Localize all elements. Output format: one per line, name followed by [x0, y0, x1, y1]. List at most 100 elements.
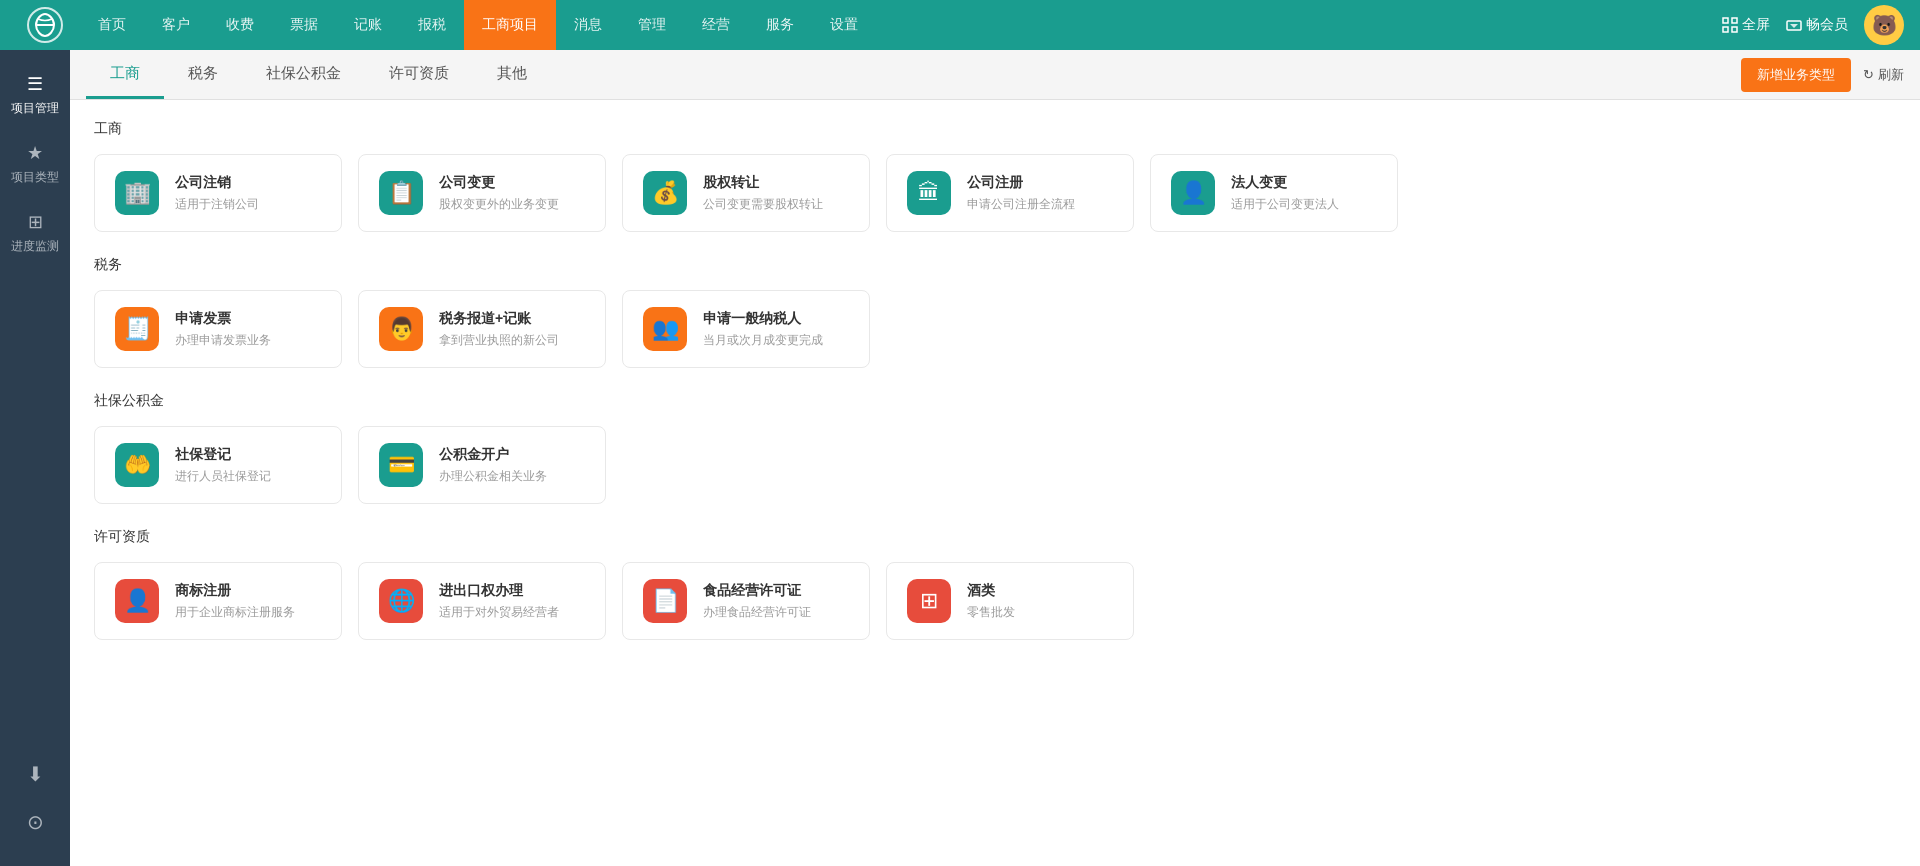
svg-marker-6	[1790, 24, 1798, 28]
card-text: 社保登记进行人员社保登记	[175, 446, 321, 485]
nav-item-服务[interactable]: 服务	[748, 0, 812, 50]
sidebar: ☰项目管理★项目类型⊞进度监测 ⬇⊙	[0, 50, 70, 866]
sidebar-label: 进度监测	[11, 238, 59, 255]
sidebar-bottom-icon[interactable]: ⊙	[0, 798, 70, 846]
service-card[interactable]: 💰 股权转让公司变更需要股权转让	[622, 154, 870, 232]
sidebar-bottom-icon[interactable]: ⬇	[0, 750, 70, 798]
card-title: 社保登记	[175, 446, 321, 464]
refresh-button[interactable]: ↻ 刷新	[1863, 66, 1904, 84]
refresh-icon: ↻	[1863, 67, 1874, 82]
card-title: 股权转让	[703, 174, 849, 192]
service-card[interactable]: 📋公司变更股权变更外的业务变更	[358, 154, 606, 232]
section-税务: 税务 🧾申请发票办理申请发票业务 👨 税务报道+记账拿到营业执照的新公司 👥申请一般纳税…	[94, 256, 1896, 368]
nav-item-记账[interactable]: 记账	[336, 0, 400, 50]
sidebar-icon: ★	[23, 141, 47, 165]
nav-right: 全屏 畅会员 🐻	[1722, 5, 1920, 45]
card-icon: 🌐	[379, 579, 423, 623]
card-title: 商标注册	[175, 582, 321, 600]
add-business-type-button[interactable]: 新增业务类型	[1741, 58, 1851, 92]
card-title: 法人变更	[1231, 174, 1377, 192]
card-title: 税务报道+记账	[439, 310, 585, 328]
card-text: 税务报道+记账拿到营业执照的新公司	[439, 310, 585, 349]
nav-item-收费[interactable]: 收费	[208, 0, 272, 50]
section-title: 工商	[94, 120, 1896, 138]
card-icon: 🤲	[115, 443, 159, 487]
card-desc: 适用于注销公司	[175, 196, 321, 213]
card-title: 酒类	[967, 582, 1113, 600]
nav-item-客户[interactable]: 客户	[144, 0, 208, 50]
content-area: 工商税务社保公积金许可资质其他 新增业务类型 ↻ 刷新 工商🏢公司注销适用于注销…	[70, 50, 1920, 866]
sidebar-item-项目类型[interactable]: ★项目类型	[0, 129, 70, 198]
card-desc: 零售批发	[967, 604, 1113, 621]
nav-items: 首页客户收费票据记账报税工商项目消息管理经营服务设置	[80, 0, 1722, 50]
card-text: 公司注销适用于注销公司	[175, 174, 321, 213]
tab-其他[interactable]: 其他	[473, 50, 551, 99]
card-desc: 适用于对外贸易经营者	[439, 604, 585, 621]
tab-许可资质[interactable]: 许可资质	[365, 50, 473, 99]
card-desc: 办理食品经营许可证	[703, 604, 849, 621]
card-desc: 适用于公司变更法人	[1231, 196, 1377, 213]
main-content: 工商🏢公司注销适用于注销公司📋公司变更股权变更外的业务变更💰股权转让公司变更需要…	[70, 100, 1920, 866]
card-text: 股权转让公司变更需要股权转让	[703, 174, 849, 213]
card-icon: 👨	[379, 307, 423, 351]
nav-item-首页[interactable]: 首页	[80, 0, 144, 50]
cards-grid: 🏢公司注销适用于注销公司📋公司变更股权变更外的业务变更💰股权转让公司变更需要股权…	[94, 154, 1896, 232]
fullscreen-button[interactable]: 全屏	[1722, 16, 1770, 34]
sidebar-icon: ☰	[23, 72, 47, 96]
card-title: 申请一般纳税人	[703, 310, 849, 328]
top-navigation: 首页客户收费票据记账报税工商项目消息管理经营服务设置 全屏 畅会员 🐻	[0, 0, 1920, 50]
card-icon: 📋	[379, 171, 423, 215]
card-text: 公积金开户办理公积金相关业务	[439, 446, 585, 485]
sidebar-item-进度监测[interactable]: ⊞进度监测	[0, 198, 70, 267]
refresh-label: 刷新	[1878, 66, 1904, 84]
card-text: 酒类零售批发	[967, 582, 1113, 621]
service-card[interactable]: 🏢公司注销适用于注销公司	[94, 154, 342, 232]
card-text: 食品经营许可证办理食品经营许可证	[703, 582, 849, 621]
card-icon: 📄	[643, 579, 687, 623]
section-title: 税务	[94, 256, 1896, 274]
service-card[interactable]: 🏛公司注册申请公司注册全流程	[886, 154, 1134, 232]
section-社保公积金: 社保公积金 🤲 社保登记进行人员社保登记 💳公积金开户办理公积金相关业务	[94, 392, 1896, 504]
section-title: 许可资质	[94, 528, 1896, 546]
tab-税务[interactable]: 税务	[164, 50, 242, 99]
service-card[interactable]: 🌐进出口权办理适用于对外贸易经营者	[358, 562, 606, 640]
section-工商: 工商🏢公司注销适用于注销公司📋公司变更股权变更外的业务变更💰股权转让公司变更需要…	[94, 120, 1896, 232]
sidebar-item-项目管理[interactable]: ☰项目管理	[0, 60, 70, 129]
svg-rect-1	[1723, 18, 1728, 23]
service-card[interactable]: 👨 税务报道+记账拿到营业执照的新公司	[358, 290, 606, 368]
cards-grid: 🤲 社保登记进行人员社保登记 💳公积金开户办理公积金相关业务	[94, 426, 1896, 504]
service-card[interactable]: 🧾申请发票办理申请发票业务	[94, 290, 342, 368]
service-card[interactable]: 👥申请一般纳税人当月或次月成变更完成	[622, 290, 870, 368]
card-title: 公司注册	[967, 174, 1113, 192]
card-desc: 公司变更需要股权转让	[703, 196, 849, 213]
nav-item-票据[interactable]: 票据	[272, 0, 336, 50]
tab-社保公积金[interactable]: 社保公积金	[242, 50, 365, 99]
nav-item-报税[interactable]: 报税	[400, 0, 464, 50]
nav-item-工商项目[interactable]: 工商项目	[464, 0, 556, 50]
card-icon: 💰	[643, 171, 687, 215]
vip-button[interactable]: 畅会员	[1786, 16, 1848, 34]
cards-grid: 🧾申请发票办理申请发票业务 👨 税务报道+记账拿到营业执照的新公司 👥申请一般纳税人当…	[94, 290, 1896, 368]
service-card[interactable]: 📄 食品经营许可证办理食品经营许可证	[622, 562, 870, 640]
card-desc: 进行人员社保登记	[175, 468, 321, 485]
nav-item-经营[interactable]: 经营	[684, 0, 748, 50]
service-card[interactable]: 🤲 社保登记进行人员社保登记	[94, 426, 342, 504]
service-card[interactable]: 💳公积金开户办理公积金相关业务	[358, 426, 606, 504]
section-title: 社保公积金	[94, 392, 1896, 410]
tab-工商[interactable]: 工商	[86, 50, 164, 99]
mascot-icon: 🐻	[1864, 5, 1904, 45]
card-desc: 当月或次月成变更完成	[703, 332, 849, 349]
nav-item-管理[interactable]: 管理	[620, 0, 684, 50]
card-title: 公司注销	[175, 174, 321, 192]
section-许可资质: 许可资质👤商标注册用于企业商标注册服务🌐进出口权办理适用于对外贸易经营者📄食品经…	[94, 528, 1896, 640]
service-card[interactable]: ⊞酒类零售批发	[886, 562, 1134, 640]
card-icon: 🧾	[115, 307, 159, 351]
service-card[interactable]: 👤商标注册用于企业商标注册服务	[94, 562, 342, 640]
card-desc: 股权变更外的业务变更	[439, 196, 585, 213]
nav-item-消息[interactable]: 消息	[556, 0, 620, 50]
card-title: 食品经营许可证	[703, 582, 849, 600]
service-card[interactable]: 👤法人变更适用于公司变更法人	[1150, 154, 1398, 232]
nav-item-设置[interactable]: 设置	[812, 0, 876, 50]
card-title: 公积金开户	[439, 446, 585, 464]
card-desc: 用于企业商标注册服务	[175, 604, 321, 621]
